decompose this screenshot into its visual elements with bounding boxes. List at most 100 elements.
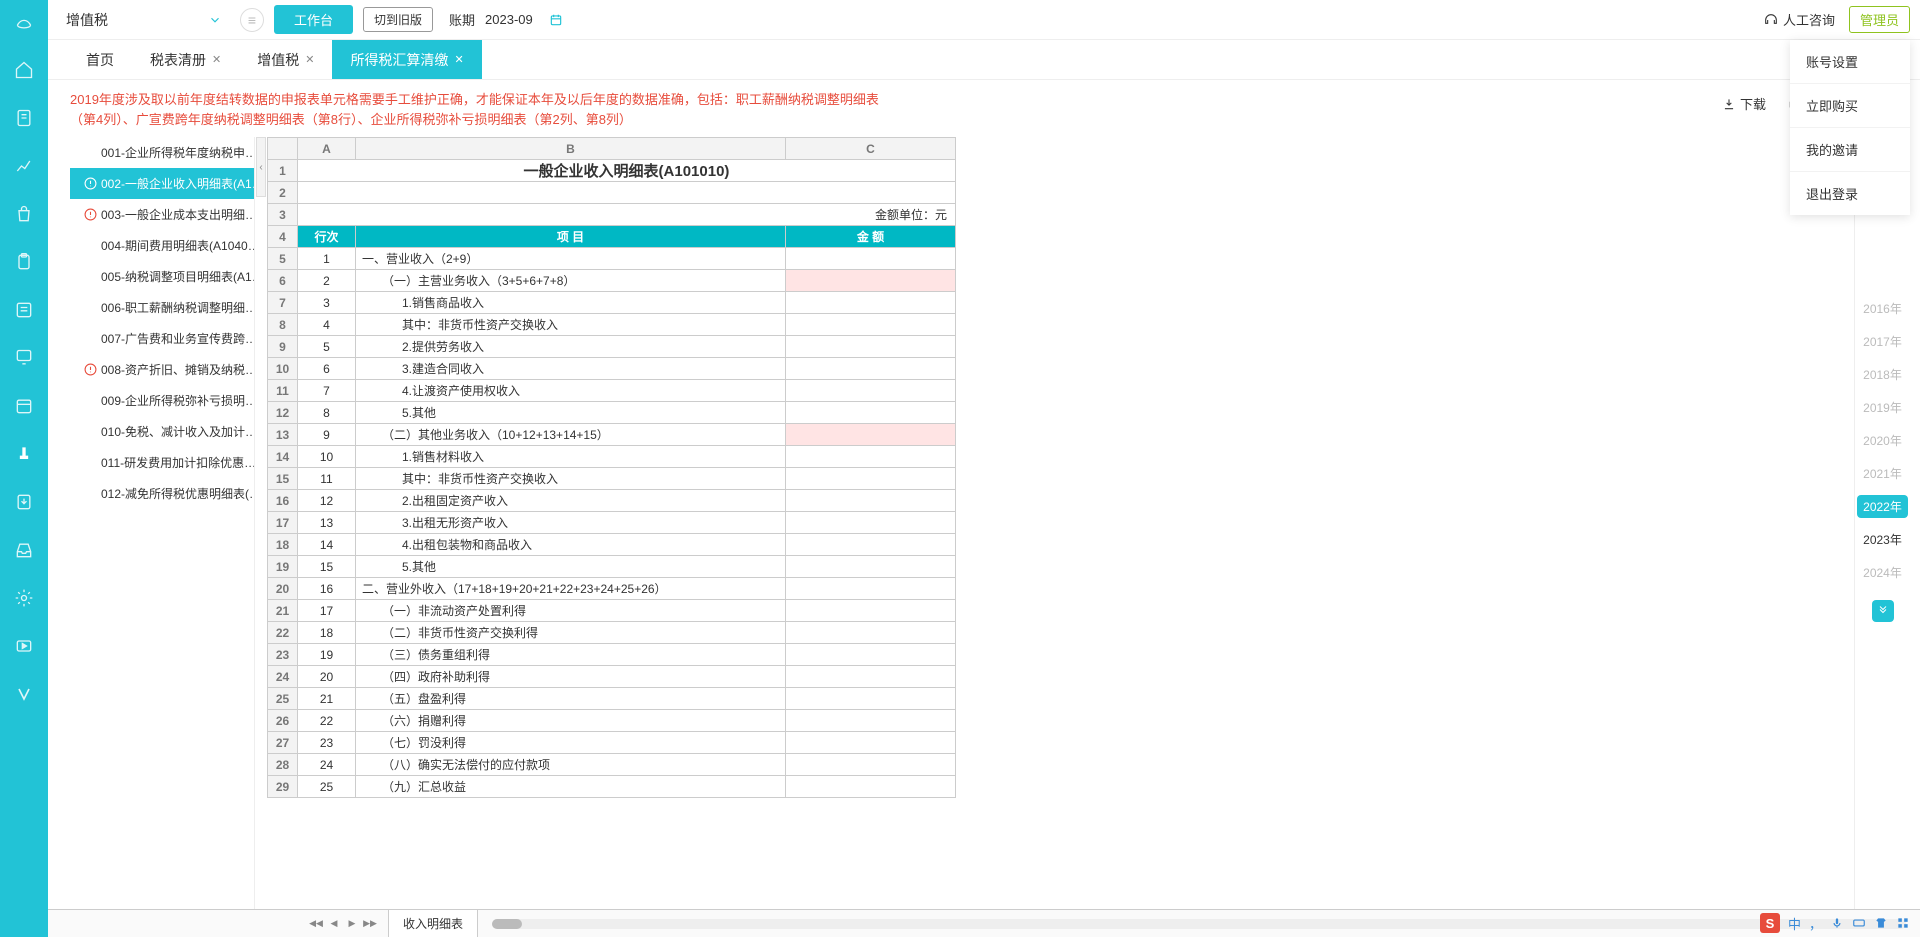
- download-action[interactable]: 下载: [1722, 94, 1766, 113]
- col-header[interactable]: B: [356, 138, 786, 160]
- row-header[interactable]: 16: [268, 490, 298, 512]
- form-list-item[interactable]: 009-企业所得税弥补亏损明…: [70, 385, 254, 416]
- year-more-icon[interactable]: [1872, 600, 1894, 622]
- v-icon[interactable]: [12, 682, 36, 706]
- row-header[interactable]: 10: [268, 358, 298, 380]
- amount-cell[interactable]: [786, 248, 956, 270]
- row-header[interactable]: 2: [268, 182, 298, 204]
- sheet-tab[interactable]: 收入明细表: [388, 910, 478, 937]
- year-item[interactable]: 2023年: [1857, 528, 1908, 551]
- sheet-nav-first-icon[interactable]: ◀◀: [308, 916, 324, 932]
- ime-mic-icon[interactable]: [1830, 916, 1844, 930]
- row-header[interactable]: 4: [268, 226, 298, 248]
- consult-link[interactable]: 人工咨询: [1763, 10, 1835, 29]
- amount-cell[interactable]: [786, 424, 956, 446]
- amount-cell[interactable]: [786, 446, 956, 468]
- amount-cell[interactable]: [786, 468, 956, 490]
- export-icon[interactable]: [12, 490, 36, 514]
- row-header[interactable]: 9: [268, 336, 298, 358]
- row-header[interactable]: 11: [268, 380, 298, 402]
- row-header[interactable]: 20: [268, 578, 298, 600]
- amount-cell[interactable]: [786, 380, 956, 402]
- ime-mode[interactable]: 中: [1788, 914, 1801, 933]
- amount-cell[interactable]: [786, 270, 956, 292]
- user-menu-invite[interactable]: 我的邀请: [1790, 128, 1910, 172]
- row-header[interactable]: 23: [268, 644, 298, 666]
- col-header[interactable]: C: [786, 138, 956, 160]
- row-header[interactable]: 29: [268, 776, 298, 798]
- subtab[interactable]: 首页: [68, 40, 132, 79]
- form-icon[interactable]: [12, 298, 36, 322]
- col-header[interactable]: A: [298, 138, 356, 160]
- ime-grid-icon[interactable]: [1896, 916, 1910, 930]
- amount-cell[interactable]: [786, 336, 956, 358]
- row-header[interactable]: 7: [268, 292, 298, 314]
- video-icon[interactable]: [12, 634, 36, 658]
- amount-cell[interactable]: [786, 666, 956, 688]
- amount-cell[interactable]: [786, 402, 956, 424]
- row-header[interactable]: 18: [268, 534, 298, 556]
- year-item[interactable]: 2019年: [1857, 396, 1908, 419]
- row-header[interactable]: 1: [268, 160, 298, 182]
- badge-icon[interactable]: [12, 346, 36, 370]
- amount-cell[interactable]: [786, 622, 956, 644]
- home-icon[interactable]: [12, 58, 36, 82]
- subtab[interactable]: 所得税汇算清缴✕: [332, 40, 481, 79]
- switch-old-button[interactable]: 切到旧版: [363, 7, 433, 32]
- year-item[interactable]: 2022年: [1857, 495, 1908, 518]
- form-list-item[interactable]: 007-广告费和业务宣传费跨…: [70, 323, 254, 354]
- year-item[interactable]: 2020年: [1857, 429, 1908, 452]
- close-icon[interactable]: ✕: [212, 53, 221, 66]
- form-list-item[interactable]: 012-减免所得税优惠明细表(…: [70, 478, 254, 509]
- amount-cell[interactable]: [786, 754, 956, 776]
- form-list-item[interactable]: 002-一般企业收入明细表(A1…: [70, 168, 254, 199]
- year-item[interactable]: 2021年: [1857, 462, 1908, 485]
- amount-cell[interactable]: [786, 292, 956, 314]
- sheet-nav-last-icon[interactable]: ▶▶: [362, 916, 378, 932]
- amount-cell[interactable]: [786, 490, 956, 512]
- row-header[interactable]: 13: [268, 424, 298, 446]
- form-list-item[interactable]: 010-免税、减计收入及加计…: [70, 416, 254, 447]
- row-header[interactable]: 15: [268, 468, 298, 490]
- year-item[interactable]: 2018年: [1857, 363, 1908, 386]
- calendar-icon[interactable]: [12, 394, 36, 418]
- row-header[interactable]: 28: [268, 754, 298, 776]
- user-menu-account[interactable]: 账号设置: [1790, 40, 1910, 84]
- amount-cell[interactable]: [786, 578, 956, 600]
- amount-cell[interactable]: [786, 512, 956, 534]
- ime-logo-icon[interactable]: S: [1760, 913, 1780, 933]
- amount-cell[interactable]: [786, 644, 956, 666]
- gear-icon[interactable]: [12, 586, 36, 610]
- year-item[interactable]: 2024年: [1857, 561, 1908, 584]
- inbox-icon[interactable]: [12, 538, 36, 562]
- amount-cell[interactable]: [786, 556, 956, 578]
- form-list-item[interactable]: 005-纳税调整项目明细表(A1…: [70, 261, 254, 292]
- amount-cell[interactable]: [786, 314, 956, 336]
- row-header[interactable]: 26: [268, 710, 298, 732]
- form-list-item[interactable]: 008-资产折旧、摊销及纳税…: [70, 354, 254, 385]
- row-header[interactable]: 14: [268, 446, 298, 468]
- row-header[interactable]: 5: [268, 248, 298, 270]
- row-header[interactable]: 8: [268, 314, 298, 336]
- row-header[interactable]: 6: [268, 270, 298, 292]
- row-header[interactable]: 12: [268, 402, 298, 424]
- row-header[interactable]: 21: [268, 600, 298, 622]
- form-list-item[interactable]: 004-期间费用明细表(A1040…: [70, 230, 254, 261]
- row-header[interactable]: 17: [268, 512, 298, 534]
- calendar-picker-icon[interactable]: [549, 13, 563, 27]
- panel-collapse-handle[interactable]: ‹: [256, 137, 266, 197]
- amount-cell[interactable]: [786, 688, 956, 710]
- row-header[interactable]: 22: [268, 622, 298, 644]
- form-list-item[interactable]: 003-一般企业成本支出明细…: [70, 199, 254, 230]
- row-header[interactable]: 25: [268, 688, 298, 710]
- row-header[interactable]: 19: [268, 556, 298, 578]
- subtab[interactable]: 增值税✕: [239, 40, 332, 79]
- chart-icon[interactable]: [12, 154, 36, 178]
- year-item[interactable]: 2017年: [1857, 330, 1908, 353]
- close-icon[interactable]: ✕: [454, 53, 463, 66]
- sheet-nav-next-icon[interactable]: ▶: [344, 916, 360, 932]
- ime-skin-icon[interactable]: [1874, 916, 1888, 930]
- logo-icon[interactable]: [12, 10, 36, 34]
- bag-icon[interactable]: [12, 202, 36, 226]
- form-list-item[interactable]: 006-职工薪酬纳税调整明细…: [70, 292, 254, 323]
